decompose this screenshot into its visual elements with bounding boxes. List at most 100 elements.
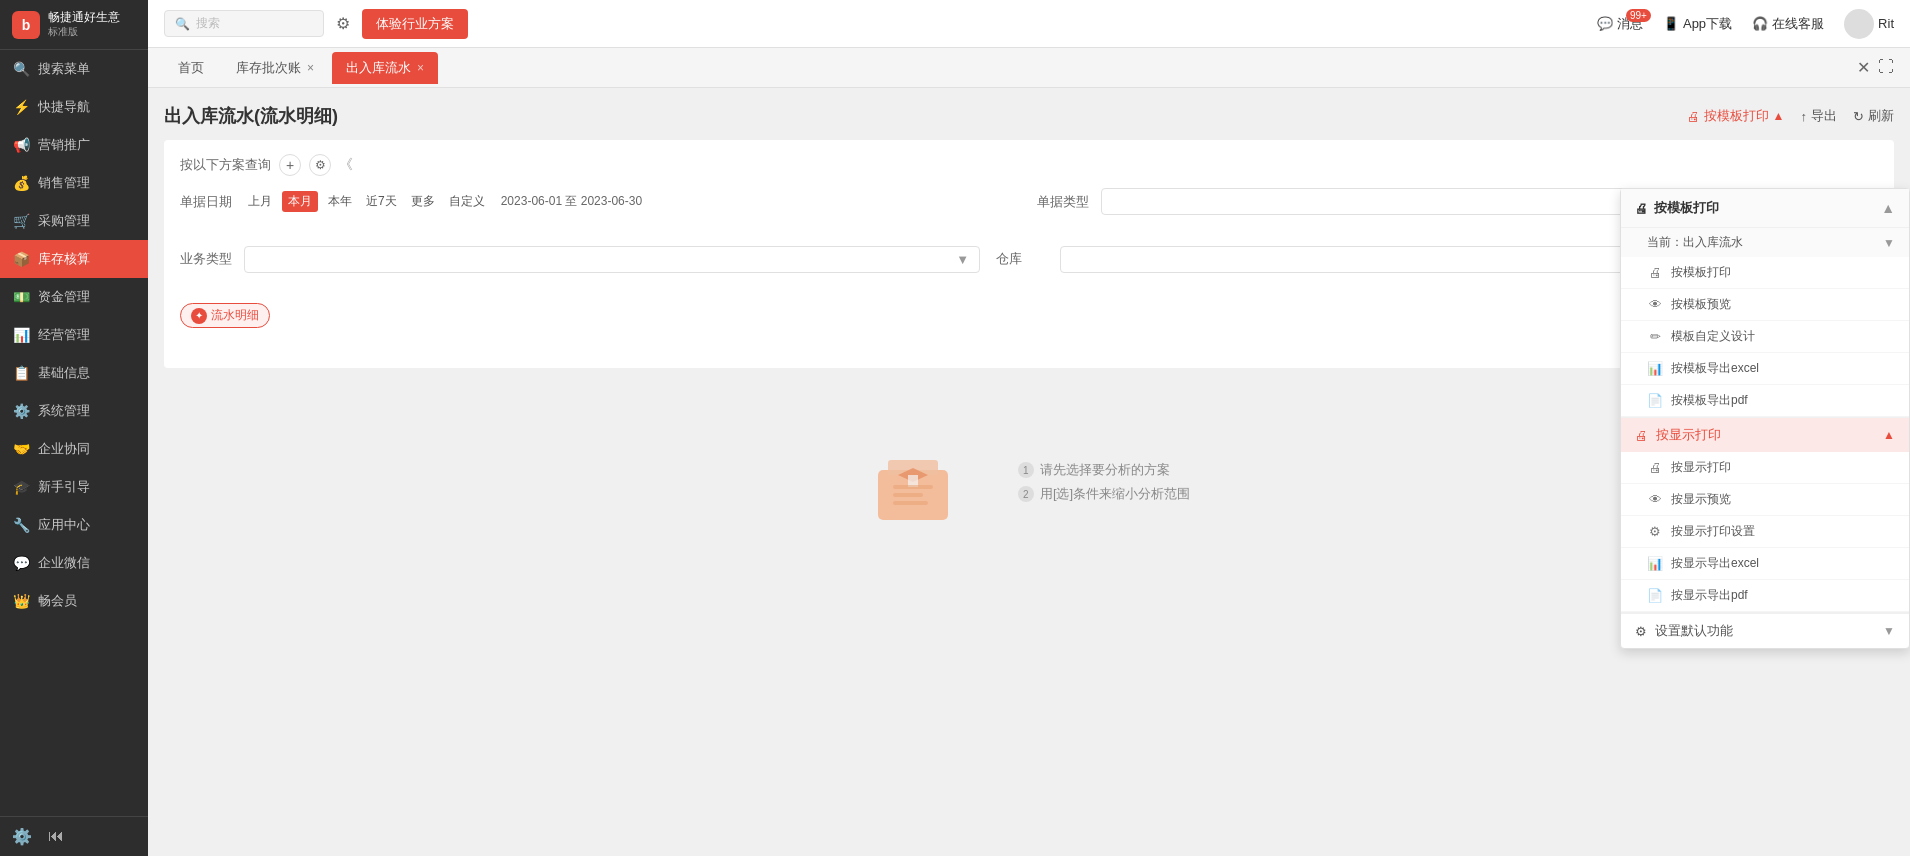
sidebar-item-system[interactable]: ⚙️ 系统管理 [0,392,148,430]
filter-header: 按以下方案查询 + ⚙ 《 [180,154,1878,176]
settings-bottom-icon[interactable]: ⚙️ [12,827,32,846]
sidebar-item-label-basicinfo: 基础信息 [38,364,90,382]
sidebar-item-label-finance: 资金管理 [38,288,90,306]
chip-icon: ✦ [191,308,207,324]
dropdown-print-icon: 🖨 [1635,201,1648,216]
print-dropdown-trigger[interactable]: 🖨 按模板打印 ▲ [1687,107,1785,125]
sidebar-item-enterprise[interactable]: 🤝 企业协同 [0,430,148,468]
display-print-settings-label: 按显示打印设置 [1671,523,1755,540]
industry-solution-button[interactable]: 体验行业方案 [362,9,468,39]
template-export-pdf-item[interactable]: 📄 按模板导出pdf [1621,385,1909,417]
filter-settings-icon[interactable]: ⚙ [309,154,331,176]
sidebar-item-basic-info[interactable]: 📋 基础信息 [0,354,148,392]
display-pdf-icon: 📄 [1647,588,1663,604]
tab-controls: ✕ ⛶ [1857,58,1894,77]
template-design-label: 模板自定义设计 [1671,328,1755,345]
display-export-excel-item[interactable]: 📊 按显示导出excel [1621,548,1909,580]
topbar-gear-icon[interactable]: ⚙ [336,14,350,33]
tab-inventory-batch[interactable]: 库存批次账 × [222,52,328,84]
sidebar-item-purchase[interactable]: 🛒 采购管理 [0,202,148,240]
date-shortcut-this-month[interactable]: 本月 [282,191,318,212]
active-filter-chip-1[interactable]: ✦ 流水明细 [180,303,270,328]
date-shortcut-7days[interactable]: 近7天 [362,191,401,212]
message-badge: 99+ [1626,9,1651,22]
tab-inout-flow-close[interactable]: × [417,61,424,75]
sidebar-item-label-wechat: 企业微信 [38,554,90,572]
message-item[interactable]: 💬 消息 99+ [1597,15,1643,33]
template-design-icon: ✏ [1647,329,1663,345]
sidebar-item-appcenter[interactable]: 🔧 应用中心 [0,506,148,544]
user-avatar [1844,9,1874,39]
sidebar-item-label-system: 系统管理 [38,402,90,420]
app-download-item[interactable]: 📱 App下载 [1663,15,1732,33]
template-export-excel-label: 按模板导出excel [1671,360,1759,377]
page-header-actions: 🖨 按模板打印 ▲ ↑ 导出 ↻ 刷新 [1687,107,1894,125]
collapse-sidebar-icon[interactable]: ⏮ [48,827,64,846]
tab-close-all-icon[interactable]: ✕ [1857,58,1870,77]
dropdown-close-arrow[interactable]: ▲ [1881,200,1895,216]
print-dropdown-panel: 🖨 按模板打印 ▲ 当前：出入库流水 ▼ 🖨 按模板打印 👁 按模板预览 [1620,188,1910,649]
display-preview-label: 按显示预览 [1671,491,1731,508]
refresh-button[interactable]: ↻ 刷新 [1853,107,1894,125]
sidebar-item-label-sales: 销售管理 [38,174,90,192]
display-print-item-1[interactable]: 🖨 按显示打印 [1621,452,1909,484]
online-service-item[interactable]: 🎧 在线客服 [1752,15,1824,33]
display-print-icon: 🖨 [1647,460,1663,476]
sales-icon: 💰 [12,174,30,192]
tab-inventory-batch-close[interactable]: × [307,61,314,75]
sidebar-item-operations[interactable]: 📊 经营管理 [0,316,148,354]
date-shortcut-this-year[interactable]: 本年 [324,191,356,212]
user-avatar-item[interactable]: Rit [1844,9,1894,39]
filter-doctype-label: 单据类型 [1037,193,1093,211]
display-export-excel-label: 按显示导出excel [1671,555,1759,572]
export-icon: ↑ [1801,109,1808,124]
sidebar-item-marketing[interactable]: 📢 营销推广 [0,126,148,164]
sidebar-item-label-purchase: 采购管理 [38,212,90,230]
tab-inout-flow[interactable]: 出入库流水 × [332,52,438,84]
topbar-search-icon: 🔍 [175,17,190,31]
template-print-item-1[interactable]: 🖨 按模板打印 [1621,257,1909,289]
filter-collapse-icon[interactable]: 《 [339,156,353,174]
tab-home-label: 首页 [178,59,204,77]
print-dropdown-label: 按模板打印 [1704,107,1769,125]
template-design-item[interactable]: ✏ 模板自定义设计 [1621,321,1909,353]
online-service-label: 在线客服 [1772,15,1824,33]
page-title: 出入库流水(流水明细) [164,104,338,128]
sidebar-item-search[interactable]: 🔍 搜索菜单 [0,50,148,88]
topbar-search-box[interactable]: 🔍 搜索 [164,10,324,37]
app-company-name: 畅捷通好生意 [48,10,120,26]
date-shortcut-more[interactable]: 更多 [407,191,439,212]
date-shortcut-custom[interactable]: 自定义 [445,191,489,212]
date-shortcut-last-month[interactable]: 上月 [244,191,276,212]
appcenter-icon: 🔧 [12,516,30,534]
export-label: 导出 [1811,107,1837,125]
tab-maximize-icon[interactable]: ⛶ [1878,58,1894,77]
sidebar-item-quicknav[interactable]: ⚡ 快捷导航 [0,88,148,126]
date-shortcuts: 上月 本月 本年 近7天 更多 自定义 [244,191,489,212]
display-print-section-header[interactable]: 🖨 按显示打印 ▲ [1621,418,1909,452]
sidebar-item-sales[interactable]: 💰 销售管理 [0,164,148,202]
template-export-excel-item[interactable]: 📊 按模板导出excel [1621,353,1909,385]
footer-arrow: ▼ [1883,624,1895,638]
dropdown-footer[interactable]: ⚙ 设置默认功能 ▼ [1621,613,1909,648]
refresh-label: 刷新 [1868,107,1894,125]
footer-label: 设置默认功能 [1655,622,1733,640]
sidebar-item-guide[interactable]: 🎓 新手引导 [0,468,148,506]
export-button[interactable]: ↑ 导出 [1801,107,1838,125]
sidebar-item-inventory[interactable]: 📦 库存核算 [0,240,148,278]
display-print-section-icon: 🖨 [1635,428,1648,443]
display-export-pdf-item[interactable]: 📄 按显示导出pdf [1621,580,1909,612]
sidebar-item-finance[interactable]: 💵 资金管理 [0,278,148,316]
sidebar-item-member[interactable]: 👑 畅会员 [0,582,148,620]
filter-biztype-select[interactable]: ▼ [244,246,980,273]
empty-tip-1: 1 请先选择要分析的方案 [1018,461,1190,479]
filter-add-button[interactable]: + [279,154,301,176]
display-preview-item[interactable]: 👁 按显示预览 [1621,484,1909,516]
sidebar-item-label-inventory: 库存核算 [38,250,90,268]
template-preview-item[interactable]: 👁 按模板预览 [1621,289,1909,321]
template-print-icon: 🖨 [1647,265,1663,281]
tab-home[interactable]: 首页 [164,52,218,84]
display-print-settings-item[interactable]: ⚙ 按显示打印设置 [1621,516,1909,548]
empty-tip-2-text: 用[选]条件来缩小分析范围 [1040,485,1190,503]
sidebar-item-wechat[interactable]: 💬 企业微信 [0,544,148,582]
